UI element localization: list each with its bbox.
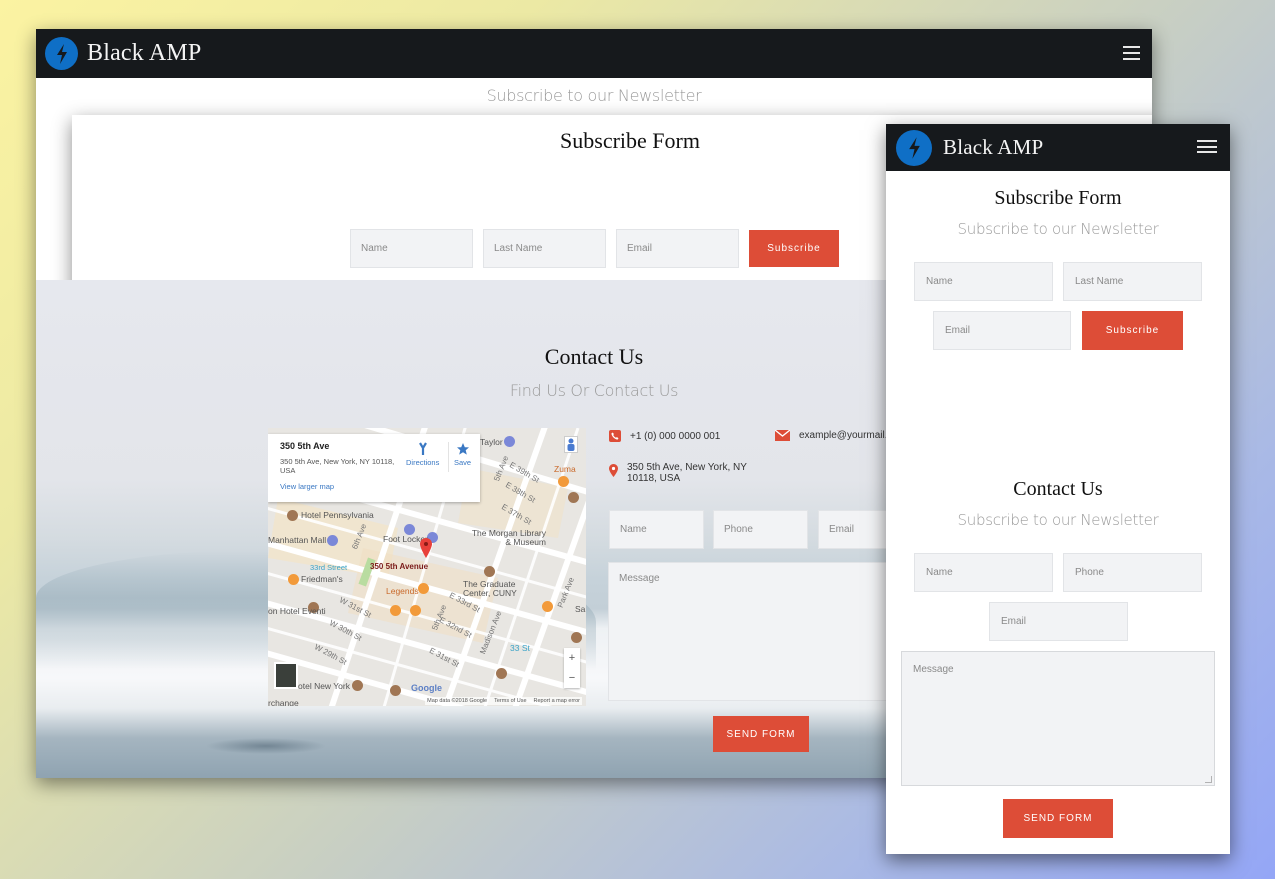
lightning-bolt-icon[interactable] bbox=[896, 129, 932, 166]
map-label: rchange bbox=[268, 698, 299, 706]
marker-label: 350 5th Avenue bbox=[370, 562, 429, 571]
mobile-last-name-input[interactable]: Last Name bbox=[1063, 262, 1202, 301]
star-icon bbox=[456, 443, 469, 455]
map-card-title: 350 5th Ave bbox=[280, 441, 330, 451]
map-label: Sa bbox=[575, 604, 586, 614]
mobile-preview-window: Black AMP Subscribe Form Subscribe to ou… bbox=[886, 124, 1230, 854]
museum-poi-icon bbox=[484, 566, 495, 577]
save-button[interactable]: Save bbox=[454, 442, 471, 467]
email-address: example@yourmail. bbox=[799, 430, 888, 441]
map-label: Taylor bbox=[480, 437, 503, 447]
mobile-contact-email-input[interactable]: Email bbox=[989, 602, 1128, 641]
hotel-poi-icon bbox=[352, 680, 363, 691]
address-line-2: 10118, USA bbox=[627, 473, 681, 484]
report-map-error-link[interactable]: Report a map error bbox=[534, 698, 580, 704]
map-label: otel New York bbox=[298, 681, 350, 691]
poi-icon bbox=[496, 668, 507, 679]
save-label: Save bbox=[454, 458, 472, 467]
hotel-poi-icon bbox=[287, 510, 298, 521]
contact-name-input[interactable]: Name bbox=[609, 510, 704, 549]
address-line-1: 350 5th Ave, New York, NY bbox=[627, 462, 747, 473]
google-map[interactable]: Taylor Zuma Hotel Pennsylvania Foot Lock… bbox=[268, 428, 586, 706]
map-label: The Morgan Library & Museum bbox=[471, 528, 546, 547]
lightning-bolt-icon[interactable] bbox=[45, 37, 78, 70]
terms-of-use-link[interactable]: Terms of Use bbox=[494, 698, 526, 704]
mobile-contact-subtitle: Subscribe to our Newsletter bbox=[957, 511, 1159, 529]
map-label: Hotel Pennsylvania bbox=[301, 510, 374, 520]
restaurant-poi-icon bbox=[288, 574, 299, 585]
resize-handle[interactable] bbox=[1205, 776, 1212, 783]
directions-icon bbox=[418, 442, 427, 455]
map-zoom-control: + − bbox=[564, 648, 580, 688]
email-input[interactable]: Email bbox=[616, 229, 739, 268]
shopping-poi-icon bbox=[504, 436, 515, 447]
mobile-send-form-button[interactable]: SEND FORM bbox=[1003, 799, 1113, 838]
envelope-icon bbox=[775, 430, 790, 441]
mobile-contact-title: Contact Us bbox=[1013, 478, 1103, 500]
map-info-card: 350 5th Ave 350 5th Ave, New York, NY 10… bbox=[268, 434, 480, 502]
restaurant-poi-icon bbox=[390, 605, 401, 616]
navbar: Black AMP bbox=[36, 29, 1152, 78]
phone-icon bbox=[609, 430, 621, 442]
send-form-button[interactable]: SEND FORM bbox=[713, 716, 809, 752]
satellite-toggle[interactable] bbox=[274, 662, 298, 689]
map-label: The Graduate Center, CUNY bbox=[463, 579, 517, 598]
mobile-navbar: Black AMP bbox=[886, 124, 1230, 171]
subscribe-button[interactable]: Subscribe bbox=[749, 230, 839, 267]
map-card-address: 350 5th Ave, New York, NY 10118, USA bbox=[280, 457, 395, 475]
hamburger-menu-icon[interactable] bbox=[1123, 46, 1140, 60]
mobile-message-textarea[interactable]: Message bbox=[901, 651, 1215, 786]
subscribe-form: Name Last Name Email Subscribe bbox=[350, 229, 839, 268]
map-label: 33 St bbox=[510, 643, 530, 653]
mobile-subscribe-title: Subscribe Form bbox=[994, 187, 1122, 209]
restaurant-poi-icon bbox=[558, 476, 569, 487]
hamburger-menu-icon[interactable] bbox=[1197, 140, 1217, 153]
mobile-subscribe-button[interactable]: Subscribe bbox=[1082, 311, 1183, 350]
mobile-contact-name-input[interactable]: Name bbox=[914, 553, 1053, 592]
name-input[interactable]: Name bbox=[350, 229, 473, 268]
map-label: Legends bbox=[386, 586, 419, 596]
message-placeholder: Message bbox=[913, 664, 954, 675]
map-marker-icon[interactable] bbox=[420, 538, 432, 563]
brand-name[interactable]: Black AMP bbox=[943, 135, 1043, 160]
map-footer: Map data ©2018 Google Terms of Use Repor… bbox=[425, 697, 582, 705]
map-label: on Hotel Eventi bbox=[268, 606, 326, 616]
divider bbox=[448, 442, 449, 472]
zoom-in-button[interactable]: + bbox=[564, 648, 580, 668]
restaurant-poi-icon bbox=[410, 605, 421, 616]
map-label: Friedman's bbox=[301, 574, 343, 584]
poi-icon bbox=[571, 632, 582, 643]
email-info: example@yourmail. bbox=[775, 430, 888, 441]
poi-icon bbox=[390, 685, 401, 696]
brand-name[interactable]: Black AMP bbox=[87, 40, 201, 67]
zoom-out-button[interactable]: − bbox=[564, 668, 580, 688]
directions-button[interactable]: Directions bbox=[406, 442, 439, 467]
contact-phone-input[interactable]: Phone bbox=[713, 510, 808, 549]
phone-info: +1 (0) 000 0000 001 bbox=[609, 430, 720, 442]
mobile-name-input[interactable]: Name bbox=[914, 262, 1053, 301]
directions-label: Directions bbox=[406, 458, 440, 467]
last-name-input[interactable]: Last Name bbox=[483, 229, 606, 268]
view-larger-map-link[interactable]: View larger map bbox=[280, 482, 480, 491]
google-logo: Google bbox=[411, 683, 442, 693]
street-view-pegman-icon[interactable] bbox=[564, 436, 578, 453]
subscribe-subtitle: Subscribe to our Newsletter bbox=[486, 86, 702, 105]
map-label: Zuma bbox=[554, 464, 576, 474]
map-data-credit: Map data ©2018 Google bbox=[427, 698, 488, 704]
message-textarea[interactable]: Message bbox=[608, 562, 908, 701]
hotel-poi-icon bbox=[568, 492, 579, 503]
restaurant-poi-icon bbox=[542, 601, 553, 612]
shopping-poi-icon bbox=[327, 535, 338, 546]
map-label: 33rd Street bbox=[310, 563, 348, 572]
map-label: Manhattan Mall bbox=[268, 535, 327, 545]
mobile-contact-phone-input[interactable]: Phone bbox=[1063, 553, 1202, 592]
address-info: 350 5th Ave, New York, NY 10118, USA bbox=[609, 462, 747, 484]
mobile-subscribe-subtitle: Subscribe to our Newsletter bbox=[957, 220, 1159, 238]
location-pin-icon bbox=[609, 464, 618, 477]
phone-number: +1 (0) 000 0000 001 bbox=[630, 430, 721, 442]
bar-poi-icon bbox=[418, 583, 429, 594]
mobile-email-input[interactable]: Email bbox=[933, 311, 1071, 350]
